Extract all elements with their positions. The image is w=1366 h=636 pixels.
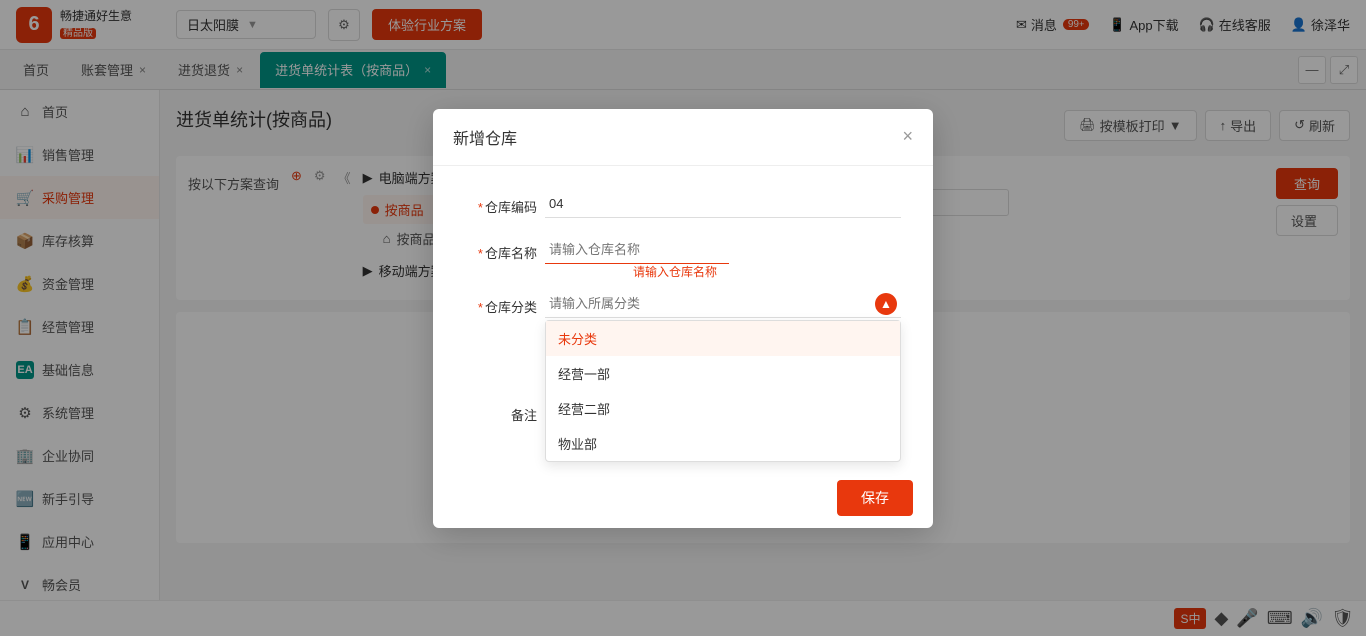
dropdown-item-dept1[interactable]: 经营一部 (546, 356, 900, 391)
notes-label: 备注 (465, 398, 545, 424)
modal-body: 仓库编码 仓库名称 请输入仓库名称 仓库分类 ▲ 未分类 (433, 166, 933, 468)
modal-header: 新增仓库 × (433, 109, 933, 166)
dropdown-item-unclassified[interactable]: 未分类 (546, 321, 900, 356)
save-button[interactable]: 保存 (837, 480, 913, 516)
warehouse-category-label: 仓库分类 (465, 290, 545, 316)
warehouse-name-error: 请输入仓库名称 (633, 263, 717, 280)
modal-overlay[interactable]: 新增仓库 × 仓库编码 仓库名称 请输入仓库名称 仓库分类 (0, 0, 1366, 636)
category-toggle-icon[interactable]: ▲ (875, 293, 897, 315)
dropdown-item-dept3[interactable]: 物业部 (546, 426, 900, 461)
warehouse-name-input[interactable] (545, 236, 729, 264)
warehouse-code-input[interactable] (545, 190, 901, 218)
modal-footer: 保存 (433, 468, 933, 528)
modal-new-warehouse: 新增仓库 × 仓库编码 仓库名称 请输入仓库名称 仓库分类 (433, 109, 933, 528)
category-dropdown: 未分类 经营一部 经营二部 物业部 (545, 320, 901, 462)
modal-close-button[interactable]: × (902, 126, 913, 147)
warehouse-code-label: 仓库编码 (465, 190, 545, 216)
warehouse-category-row: 仓库分类 ▲ 未分类 经营一部 经营二部 物业部 (465, 290, 901, 318)
warehouse-name-wrapper: 请输入仓库名称 (545, 236, 901, 264)
dropdown-item-dept2[interactable]: 经营二部 (546, 391, 900, 426)
warehouse-name-row: 仓库名称 请输入仓库名称 (465, 236, 901, 264)
category-wrapper: ▲ 未分类 经营一部 经营二部 物业部 (545, 290, 901, 318)
category-input[interactable] (545, 290, 901, 318)
warehouse-code-row: 仓库编码 (465, 190, 901, 218)
modal-title: 新增仓库 (453, 125, 517, 149)
warehouse-name-label: 仓库名称 (465, 236, 545, 262)
